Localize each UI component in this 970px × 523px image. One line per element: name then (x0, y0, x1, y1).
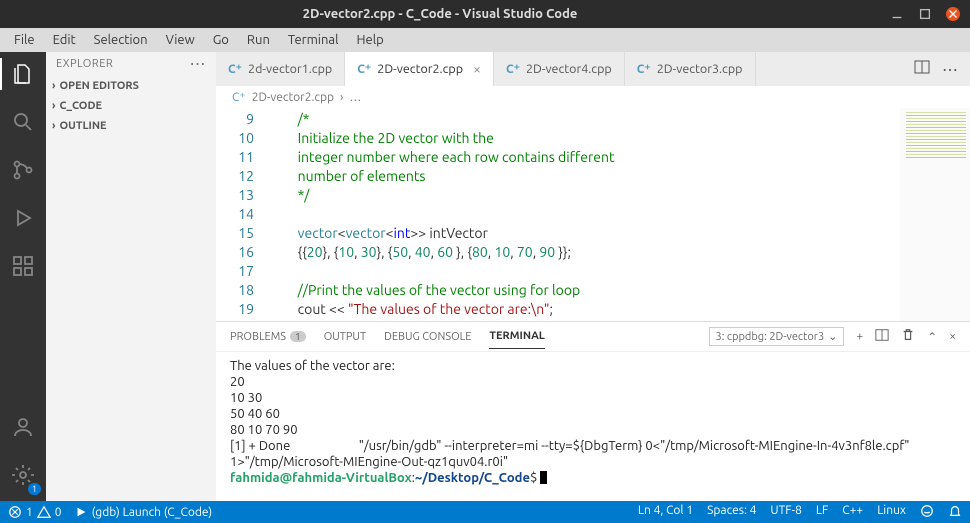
file-icon: C⁺ (506, 62, 520, 76)
file-icon: C⁺ (357, 62, 371, 76)
account-icon[interactable] (11, 415, 35, 443)
status-eol[interactable]: LF (816, 504, 828, 521)
breadcrumb-file: 2D-vector2.cpp (252, 91, 334, 104)
gutter: 910111213141516171819 (216, 108, 272, 321)
more-actions-icon[interactable]: ⋯ (942, 60, 958, 79)
sidebar: EXPLORER ⋯ ›OPEN EDITORS›C_CODE›OUTLINE (46, 52, 216, 501)
close-tab-icon[interactable]: × (473, 61, 481, 77)
bell-icon[interactable] (948, 504, 962, 521)
explorer-more-icon[interactable]: ⋯ (190, 60, 207, 68)
panel-tab[interactable]: TERMINAL (489, 324, 544, 349)
search-icon[interactable] (11, 110, 35, 138)
menu-go[interactable]: Go (205, 31, 237, 49)
menu-edit[interactable]: Edit (45, 31, 84, 49)
status-launch[interactable]: (gdb) Launch (C_Code) (74, 505, 213, 519)
maximize-button[interactable] (918, 7, 932, 21)
menubar: FileEditSelectionViewGoRunTerminalHelp (0, 28, 970, 52)
extensions-icon[interactable] (11, 254, 35, 282)
minimize-button[interactable] (890, 7, 904, 21)
sidebar-section[interactable]: ›OUTLINE (46, 116, 216, 136)
menu-run[interactable]: Run (239, 31, 278, 49)
terminal[interactable]: The values of the vector are:2010 3050 4… (216, 352, 970, 501)
tab[interactable]: C⁺2D-vector2.cpp× (345, 52, 494, 86)
panel: PROBLEMS1 OUTPUT DEBUG CONSOLE TERMINAL 3: c… (216, 321, 970, 501)
menu-file[interactable]: File (6, 31, 43, 49)
status-position[interactable]: Ln 4, Col 1 (638, 504, 693, 521)
source-control-icon[interactable] (11, 158, 35, 186)
tab[interactable]: C⁺2D-vector3.cpp (625, 52, 756, 86)
split-editor-icon[interactable] (914, 59, 930, 79)
status-problems[interactable]: 1 0 (8, 505, 62, 519)
code-editor[interactable]: /* Initialize the 2D vector with the int… (272, 108, 900, 321)
run-debug-icon[interactable] (11, 206, 35, 234)
editor-area: C⁺2d-vector1.cppC⁺2D-vector2.cpp×C⁺2D-ve… (216, 52, 970, 501)
panel-tab[interactable]: PROBLEMS1 (230, 325, 306, 349)
status-os[interactable]: Linux (877, 504, 906, 521)
minimap[interactable] (900, 108, 970, 321)
menu-help[interactable]: Help (348, 31, 391, 49)
file-icon: C⁺ (637, 62, 651, 76)
menu-view[interactable]: View (158, 31, 203, 49)
feedback-icon[interactable] (920, 504, 934, 521)
panel-tab[interactable]: OUTPUT (324, 325, 366, 349)
tab[interactable]: C⁺2d-vector1.cpp (216, 52, 345, 86)
maximize-panel-icon[interactable]: ⌃ (927, 330, 937, 344)
status-language[interactable]: C++ (842, 504, 863, 521)
file-icon: C⁺ (228, 62, 242, 76)
trash-icon[interactable] (901, 328, 915, 345)
tab[interactable]: C⁺2D-vector4.cpp (494, 52, 625, 86)
titlebar: 2D-vector2.cpp - C_Code - Visual Studio … (0, 0, 970, 28)
tabs: C⁺2d-vector1.cppC⁺2D-vector2.cpp×C⁺2D-ve… (216, 52, 970, 86)
gear-badge: 1 (28, 483, 41, 495)
statusbar: 1 0 (gdb) Launch (C_Code) Ln 4, Col 1 Sp… (0, 501, 970, 523)
gear-icon[interactable]: 1 (11, 463, 35, 491)
menu-selection[interactable]: Selection (86, 31, 156, 49)
breadcrumb[interactable]: C⁺ 2D-vector2.cpp › … (216, 86, 970, 108)
sidebar-section[interactable]: ›C_CODE (46, 96, 216, 116)
close-panel-icon[interactable]: × (949, 330, 956, 343)
sidebar-section[interactable]: ›OPEN EDITORS (46, 76, 216, 96)
file-icon: C⁺ (232, 90, 246, 104)
status-encoding[interactable]: UTF-8 (770, 504, 801, 521)
split-terminal-icon[interactable] (875, 328, 889, 345)
menu-terminal[interactable]: Terminal (280, 31, 347, 49)
window-title: 2D-vector2.cpp - C_Code - Visual Studio … (0, 7, 880, 21)
activitybar: 1 (0, 52, 46, 501)
panel-tab[interactable]: DEBUG CONSOLE (384, 325, 471, 349)
explorer-title: EXPLORER (56, 58, 113, 70)
new-terminal-icon[interactable]: + (856, 330, 863, 343)
status-spaces[interactable]: Spaces: 4 (707, 504, 756, 521)
terminal-dropdown[interactable]: 3: cppdbg: 2D-vector3 ⌄ (709, 327, 845, 346)
close-button[interactable] (946, 7, 960, 21)
explorer-icon[interactable] (11, 62, 35, 90)
